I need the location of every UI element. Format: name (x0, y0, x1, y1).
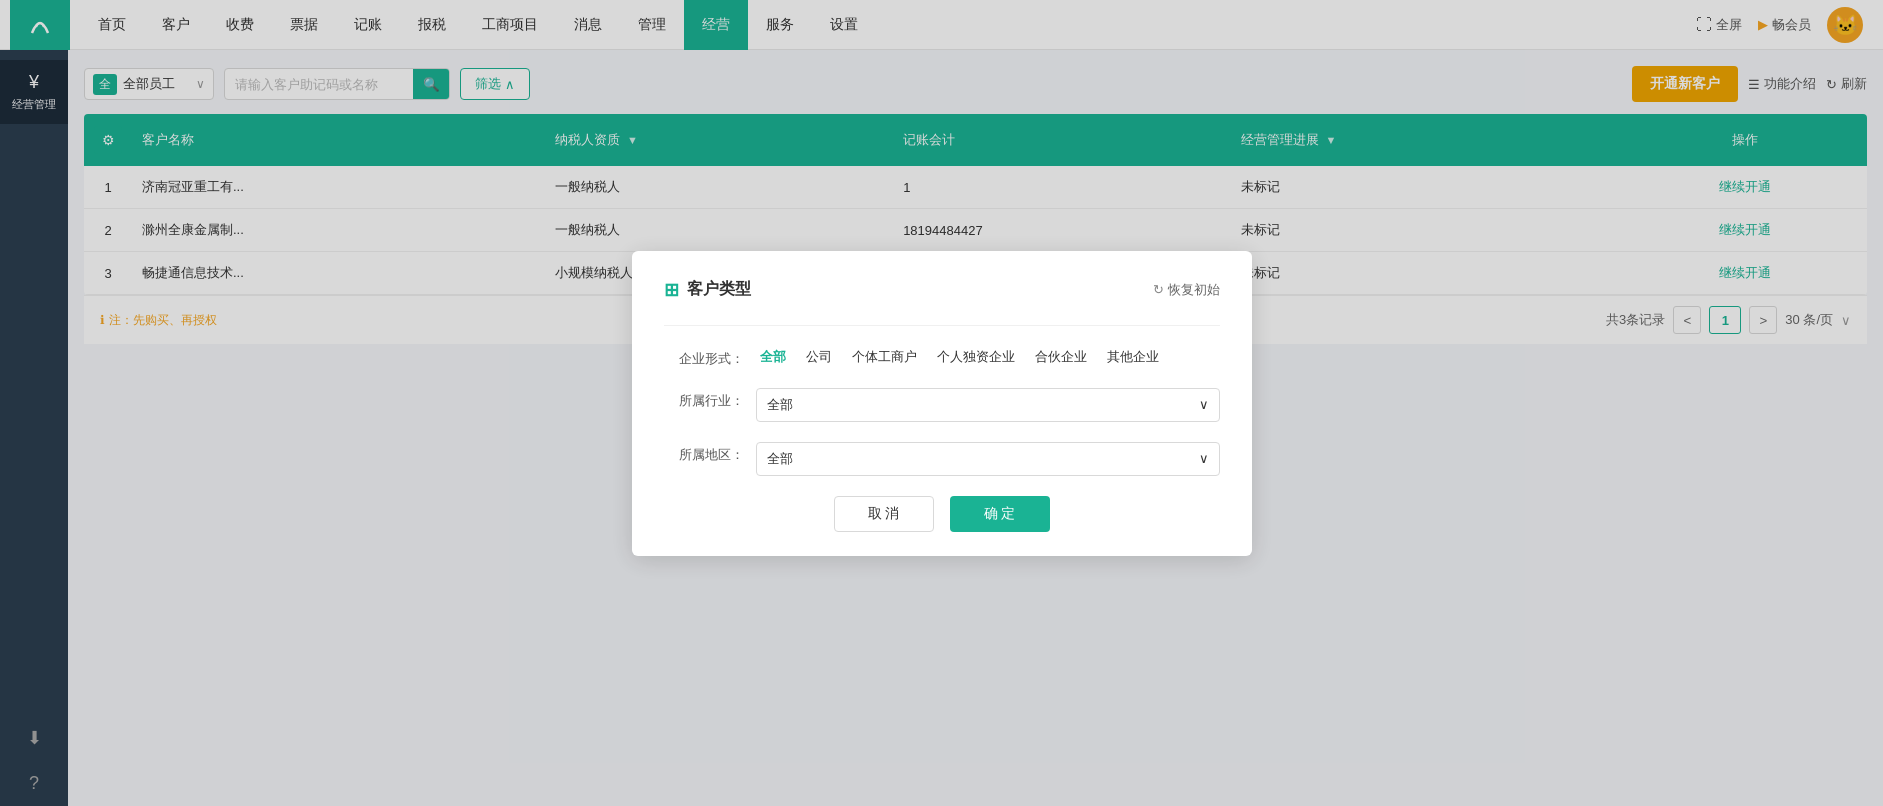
modal-title-text: 客户类型 (687, 279, 751, 300)
option-all[interactable]: 全部 (756, 346, 790, 368)
enterprise-options: 全部 公司 个体工商户 个人独资企业 合伙企业 其他企业 (756, 346, 1220, 368)
modal-confirm-button[interactable]: 确 定 (950, 496, 1050, 532)
enterprise-form-label: 企业形式： (664, 346, 744, 368)
option-individual[interactable]: 个体工商户 (848, 346, 921, 368)
region-dropdown-icon: ∨ (1199, 451, 1209, 466)
modal-actions: 取 消 确 定 (664, 496, 1220, 532)
modal-title: ⊞ 客户类型 (664, 279, 751, 301)
region-value: 全部 (767, 450, 793, 468)
filter-modal: ⊞ 客户类型 ↻ 恢复初始 企业形式： 全部 公司 个体工商户 个人独资企业 合… (632, 251, 1252, 556)
modal-reset-button[interactable]: ↻ 恢复初始 (1153, 281, 1220, 299)
industry-form-row: 所属行业： 全部 ∨ (664, 388, 1220, 422)
modal-reset-icon: ↻ (1153, 282, 1164, 297)
modal-divider (664, 325, 1220, 326)
industry-select-wrap: 全部 ∨ (756, 388, 1220, 422)
region-select[interactable]: 全部 ∨ (756, 442, 1220, 476)
modal-overlay: ⊞ 客户类型 ↻ 恢复初始 企业形式： 全部 公司 个体工商户 个人独资企业 合… (0, 0, 1883, 806)
enterprise-form-row: 企业形式： 全部 公司 个体工商户 个人独资企业 合伙企业 其他企业 (664, 346, 1220, 368)
industry-dropdown-icon: ∨ (1199, 397, 1209, 412)
option-other[interactable]: 其他企业 (1103, 346, 1163, 368)
option-sole[interactable]: 个人独资企业 (933, 346, 1019, 368)
region-form-row: 所属地区： 全部 ∨ (664, 442, 1220, 476)
region-label: 所属地区： (664, 442, 744, 464)
industry-select[interactable]: 全部 ∨ (756, 388, 1220, 422)
industry-value: 全部 (767, 396, 793, 414)
option-partnership[interactable]: 合伙企业 (1031, 346, 1091, 368)
modal-header: ⊞ 客户类型 ↻ 恢复初始 (664, 279, 1220, 301)
modal-reset-label: 恢复初始 (1168, 281, 1220, 299)
modal-title-icon: ⊞ (664, 279, 679, 301)
region-select-wrap: 全部 ∨ (756, 442, 1220, 476)
modal-cancel-button[interactable]: 取 消 (834, 496, 934, 532)
industry-label: 所属行业： (664, 388, 744, 410)
option-company[interactable]: 公司 (802, 346, 836, 368)
